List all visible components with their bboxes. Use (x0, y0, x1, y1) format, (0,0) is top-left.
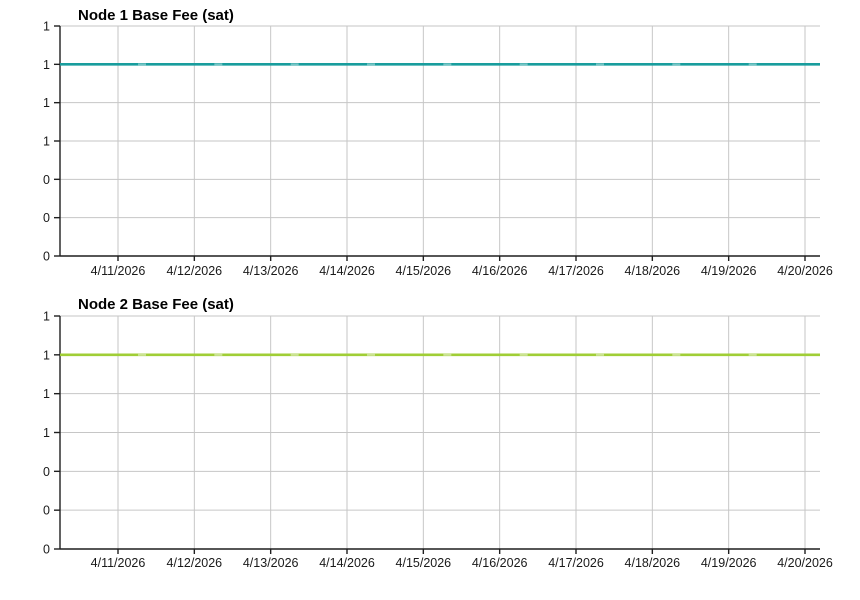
y-tick-label: 0 (43, 250, 50, 264)
y-tick-label: 0 (43, 465, 50, 479)
y-tick-label: 1 (43, 135, 50, 149)
x-tick-label: 4/14/2026 (319, 556, 375, 570)
x-tick-label: 4/18/2026 (625, 264, 681, 278)
x-tick-label: 4/20/2026 (777, 264, 833, 278)
x-tick-label: 4/15/2026 (396, 264, 452, 278)
x-tick-label: 4/13/2026 (243, 264, 299, 278)
x-tick-label: 4/12/2026 (167, 556, 223, 570)
x-tick-label: 4/18/2026 (625, 556, 681, 570)
node2-base-fee-chart: 0 0 0 1 1 1 1 4/11/2026 4/12/2026 4/13/2026 4/14/2… (43, 310, 833, 571)
x-tick-label: 4/19/2026 (701, 556, 757, 570)
x-tick-label: 4/17/2026 (548, 264, 604, 278)
y-tick-label: 1 (43, 310, 50, 324)
x-tick-label: 4/11/2026 (91, 264, 146, 278)
x-tick-label: 4/17/2026 (548, 556, 604, 570)
base-fee-report-page: Node 1 Base Fee (sat) Node 2 Base Fee (s… (0, 0, 860, 600)
x-tick-label: 4/16/2026 (472, 264, 528, 278)
x-tick-label: 4/12/2026 (167, 264, 223, 278)
x-tick-label: 4/14/2026 (319, 264, 375, 278)
y-tick-label: 1 (43, 58, 50, 72)
base-fee-charts-canvas: 0 0 0 1 1 1 1 4/11/2026 4/12/2026 4/13/2026 4/14/2… (43, 20, 833, 571)
y-tick-label: 1 (43, 96, 50, 110)
x-tick-label: 4/16/2026 (472, 556, 528, 570)
y-tick-label: 0 (43, 211, 50, 225)
y-tick-label: 1 (43, 20, 50, 34)
y-tick-label: 0 (43, 504, 50, 518)
x-tick-label: 4/13/2026 (243, 556, 299, 570)
y-tick-label: 1 (43, 348, 50, 362)
y-tick-label: 1 (43, 426, 50, 440)
x-tick-label: 4/19/2026 (701, 264, 757, 278)
x-tick-label: 4/15/2026 (396, 556, 452, 570)
y-tick-label: 0 (43, 543, 50, 557)
y-tick-label: 1 (43, 387, 50, 401)
x-tick-label: 4/20/2026 (777, 556, 833, 570)
node1-base-fee-chart: 0 0 0 1 1 1 1 4/11/2026 4/12/2026 4/13/2026 4/14/2… (43, 20, 833, 279)
y-tick-label: 0 (43, 173, 50, 187)
x-tick-label: 4/11/2026 (91, 556, 146, 570)
